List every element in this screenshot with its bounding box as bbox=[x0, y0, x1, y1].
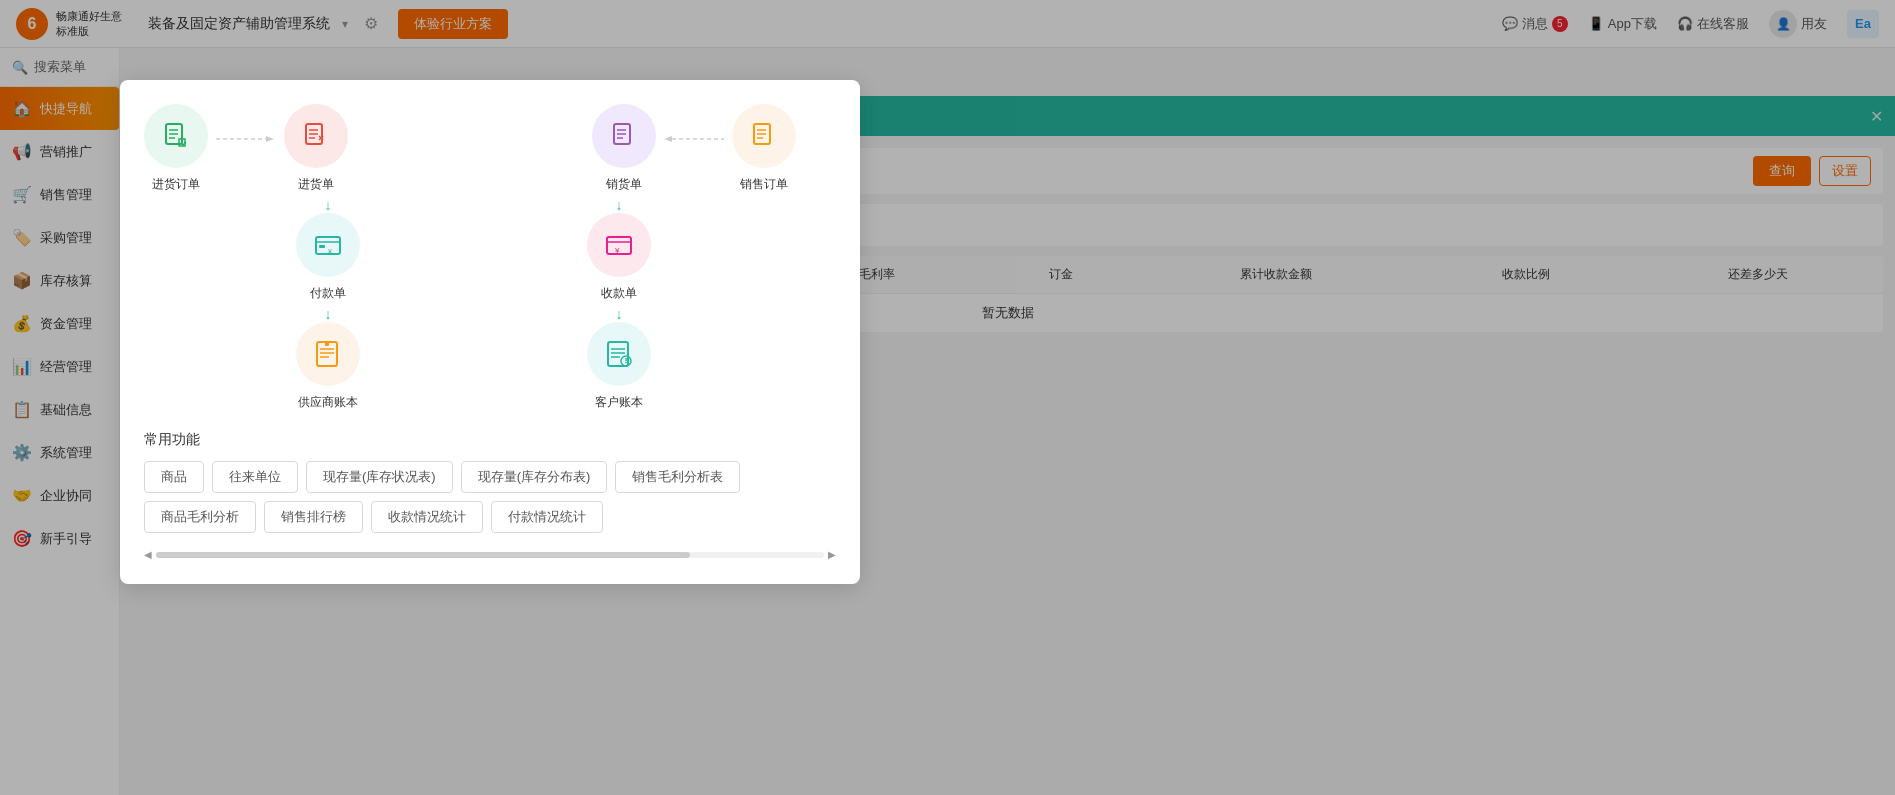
svg-point-38 bbox=[625, 362, 627, 364]
flow-purchase-order[interactable]: 进货订单 bbox=[144, 104, 208, 193]
customer-account-label: 客户账本 bbox=[595, 394, 643, 411]
flow-sales-bill[interactable]: 销货单 bbox=[592, 104, 656, 193]
flow-receipt[interactable]: ¥ 收款单 bbox=[587, 213, 651, 302]
scrollbar-thumb[interactable] bbox=[156, 552, 690, 558]
receipt-icon: ¥ bbox=[587, 213, 651, 277]
func-btn-sales-gross[interactable]: 销售毛利分析表 bbox=[615, 461, 740, 493]
scroll-right-icon[interactable]: ▶ bbox=[828, 549, 836, 560]
func-btn-receipt-stat[interactable]: 收款情况统计 bbox=[371, 501, 483, 533]
payment-label: 付款单 bbox=[310, 285, 346, 302]
sales-order-label: 销售订单 bbox=[740, 176, 788, 193]
flow-supplier-account[interactable]: 供应商账本 bbox=[296, 322, 360, 411]
customer-account-icon bbox=[587, 322, 651, 386]
func-btn-sales-rank[interactable]: 销售排行榜 bbox=[264, 501, 363, 533]
sales-bill-label: 销货单 bbox=[606, 176, 642, 193]
sales-bill-icon bbox=[592, 104, 656, 168]
svg-rect-31 bbox=[325, 341, 329, 346]
supplier-account-icon bbox=[296, 322, 360, 386]
modal-dialog: 进货订单 进货单 bbox=[120, 80, 860, 584]
flow-customer-account[interactable]: 客户账本 bbox=[587, 322, 651, 411]
purchase-bill-icon bbox=[284, 104, 348, 168]
func-btn-stock-dist[interactable]: 现存量(库存分布表) bbox=[461, 461, 608, 493]
flow-payment[interactable]: ¥ 付款单 bbox=[296, 213, 360, 302]
svg-rect-32 bbox=[608, 342, 628, 366]
purchase-bill-label: 进货单 bbox=[298, 176, 334, 193]
flow-chart: 进货订单 进货单 bbox=[144, 104, 836, 411]
sales-order-icon bbox=[732, 104, 796, 168]
flow-sales-order[interactable]: 销售订单 bbox=[732, 104, 796, 193]
func-btn-stock-status[interactable]: 现存量(库存状况表) bbox=[306, 461, 453, 493]
supplier-account-label: 供应商账本 bbox=[298, 394, 358, 411]
payment-icon: ¥ bbox=[296, 213, 360, 277]
func-buttons: 商品 往来单位 现存量(库存状况表) 现存量(库存分布表) 销售毛利分析表 商品… bbox=[144, 461, 836, 533]
scrollbar-area: ◀ ▶ bbox=[144, 549, 836, 560]
scrollbar-track[interactable] bbox=[156, 552, 824, 558]
receipt-label: 收款单 bbox=[601, 285, 637, 302]
svg-text:¥: ¥ bbox=[614, 246, 620, 255]
flow-purchase-bill[interactable]: 进货单 bbox=[284, 104, 348, 193]
func-btn-product-gross[interactable]: 商品毛利分析 bbox=[144, 501, 256, 533]
svg-marker-14 bbox=[664, 136, 672, 142]
func-btn-payment-stat[interactable]: 付款情况统计 bbox=[491, 501, 603, 533]
svg-rect-22 bbox=[319, 245, 325, 248]
func-btn-partners[interactable]: 往来单位 bbox=[212, 461, 298, 493]
func-btn-product[interactable]: 商品 bbox=[144, 461, 204, 493]
svg-marker-5 bbox=[266, 136, 274, 142]
purchase-order-icon bbox=[144, 104, 208, 168]
scroll-left-icon[interactable]: ◀ bbox=[144, 549, 152, 560]
purchase-order-label: 进货订单 bbox=[152, 176, 200, 193]
svg-text:¥: ¥ bbox=[328, 248, 332, 255]
common-functions-title: 常用功能 bbox=[144, 431, 836, 449]
common-functions: 常用功能 商品 往来单位 现存量(库存状况表) 现存量(库存分布表) 销售毛利分… bbox=[144, 431, 836, 533]
